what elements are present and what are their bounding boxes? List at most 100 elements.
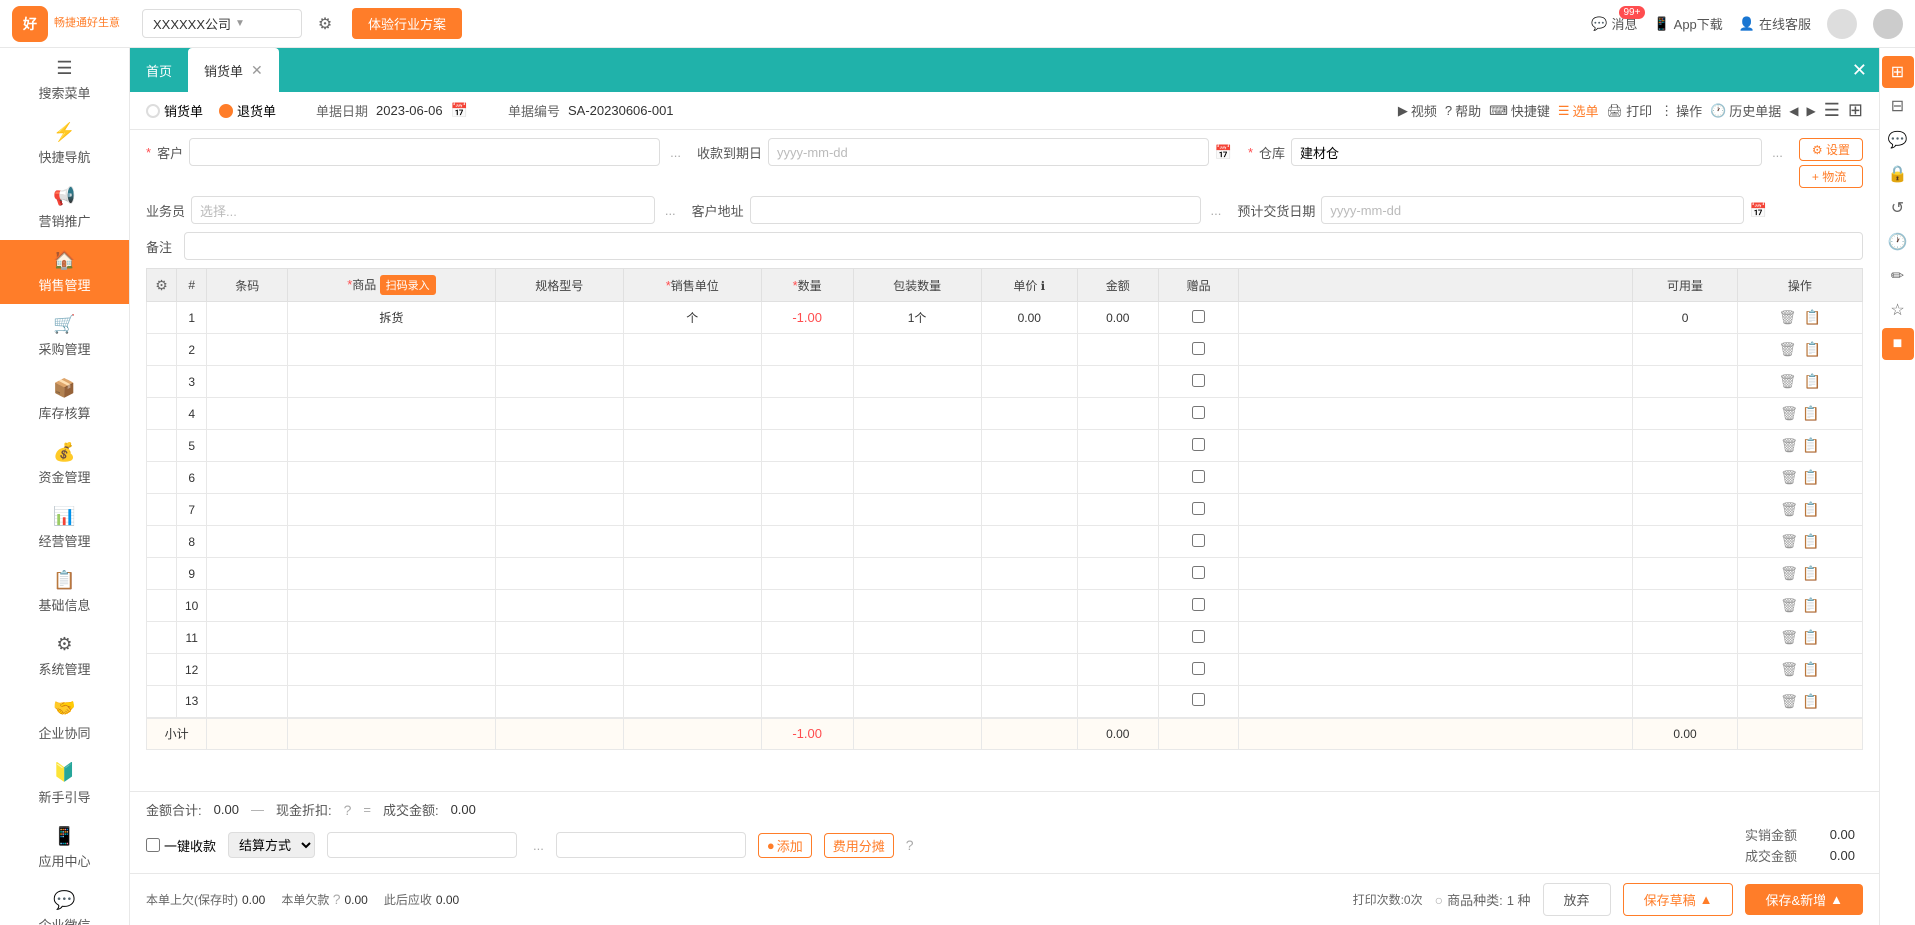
- row-unit-cell[interactable]: 个: [623, 302, 761, 334]
- row-qty-cell[interactable]: [761, 366, 853, 398]
- copy-row-icon[interactable]: 📋: [1802, 661, 1819, 677]
- tab-bar-close-icon[interactable]: ✕: [1852, 60, 1867, 81]
- cash-discount-help-icon[interactable]: ?: [344, 802, 352, 818]
- row-qty-cell[interactable]: [761, 334, 853, 366]
- sidebar-item-finance[interactable]: 💰 资金管理: [0, 432, 129, 496]
- due-date-calendar-icon[interactable]: 📅: [1215, 144, 1232, 161]
- delete-row-icon[interactable]: 🗑: [1779, 341, 1797, 357]
- right-panel-history-icon[interactable]: 🕐: [1882, 226, 1914, 258]
- right-panel-lock-icon[interactable]: 🔒: [1882, 158, 1914, 190]
- setting-button[interactable]: ⚙ 设置: [1799, 138, 1863, 161]
- right-panel-grid2-icon[interactable]: ⊟: [1882, 90, 1914, 122]
- gift-checkbox[interactable]: [1192, 342, 1205, 355]
- row-price-cell[interactable]: [981, 334, 1077, 366]
- gift-checkbox[interactable]: [1192, 534, 1205, 547]
- sidebar-item-purchase[interactable]: 🛒 采购管理: [0, 304, 129, 368]
- return-order-radio[interactable]: 退货单: [219, 101, 276, 120]
- copy-row-icon[interactable]: 📋: [1804, 309, 1821, 325]
- abandon-button[interactable]: 放弃: [1543, 883, 1611, 916]
- copy-row-icon[interactable]: 📋: [1802, 693, 1819, 709]
- expense-button[interactable]: 费用分摊: [824, 833, 894, 858]
- logistics-button[interactable]: + 物流: [1799, 165, 1863, 188]
- account-input[interactable]: [327, 832, 517, 858]
- delete-row-icon[interactable]: 🗑: [1780, 533, 1798, 549]
- toolbar-operations[interactable]: ⋮ 操作: [1660, 101, 1702, 120]
- sidebar-item-marketing[interactable]: 📢 营销推广: [0, 176, 129, 240]
- toolbar-print[interactable]: 🖨 打印: [1607, 101, 1653, 120]
- settings-gear-icon[interactable]: ⚙: [310, 9, 340, 39]
- row-product-cell[interactable]: [288, 334, 496, 366]
- salesperson-input[interactable]: 选择...: [191, 196, 655, 224]
- delete-row-icon[interactable]: 🗑: [1779, 309, 1797, 325]
- sidebar-item-system[interactable]: ⚙ 系统管理: [0, 624, 129, 688]
- sidebar-item-quick-nav[interactable]: ⚡ 快捷导航: [0, 112, 129, 176]
- copy-row-icon[interactable]: 📋: [1802, 533, 1819, 549]
- copy-row-icon[interactable]: 📋: [1804, 373, 1821, 389]
- row-price-cell[interactable]: 0.00: [981, 302, 1077, 334]
- row-gift-cell[interactable]: [1158, 366, 1239, 398]
- gift-checkbox[interactable]: [1192, 598, 1205, 611]
- row-pack-qty-cell[interactable]: 1个: [853, 302, 981, 334]
- gift-checkbox[interactable]: [1192, 310, 1205, 323]
- remark-input[interactable]: [184, 232, 1863, 260]
- copy-row-icon[interactable]: 📋: [1802, 469, 1819, 485]
- sidebar-item-base-info[interactable]: 📋 基础信息: [0, 560, 129, 624]
- toolbar-shortcut[interactable]: ⌨ 快捷键: [1489, 101, 1550, 120]
- one-key-pay-checkbox[interactable]: [146, 838, 160, 852]
- copy-row-icon[interactable]: 📋: [1802, 597, 1819, 613]
- expense-help-icon[interactable]: ?: [906, 837, 914, 853]
- payment-method-select[interactable]: 结算方式: [228, 832, 315, 858]
- sidebar-item-sales[interactable]: 🏠 销售管理: [0, 240, 129, 304]
- right-panel-grid1-icon[interactable]: ⊞: [1882, 56, 1914, 88]
- row-price-cell[interactable]: [981, 366, 1077, 398]
- toolbar-history[interactable]: 🕐 历史单据: [1710, 101, 1781, 120]
- scan-button[interactable]: 扫码录入: [380, 275, 436, 295]
- tab-home[interactable]: 首页: [130, 48, 188, 92]
- gift-checkbox[interactable]: [1192, 374, 1205, 387]
- gift-checkbox[interactable]: [1192, 630, 1205, 643]
- tab-sales-order[interactable]: 销货单 ✕: [188, 48, 279, 92]
- delete-row-icon[interactable]: 🗑: [1780, 469, 1798, 485]
- sales-order-radio[interactable]: 销货单: [146, 101, 203, 120]
- gift-checkbox[interactable]: [1192, 693, 1205, 706]
- toolbar-video[interactable]: ▶ 视频: [1398, 101, 1437, 120]
- expected-date-input[interactable]: yyyy-mm-dd: [1321, 196, 1743, 224]
- copy-row-icon[interactable]: 📋: [1802, 501, 1819, 517]
- customer-address-input[interactable]: [750, 196, 1201, 224]
- gift-checkbox[interactable]: [1192, 566, 1205, 579]
- company-selector[interactable]: XXXXXX公司 ▼: [142, 9, 302, 38]
- row-qty-cell[interactable]: -1.00: [761, 302, 853, 334]
- table-settings-icon[interactable]: ⚙: [155, 277, 168, 293]
- delete-row-icon[interactable]: 🗑: [1780, 437, 1798, 453]
- toolbar-select[interactable]: ☰ 选单: [1558, 101, 1599, 120]
- customer-address-more-icon[interactable]: ...: [1211, 203, 1222, 218]
- amount-input[interactable]: [556, 832, 746, 858]
- row-pack-qty-cell[interactable]: [853, 334, 981, 366]
- delete-row-icon[interactable]: 🗑: [1780, 565, 1798, 581]
- short-help-icon[interactable]: ?: [333, 891, 341, 907]
- right-panel-chat-icon[interactable]: 💬: [1882, 124, 1914, 156]
- due-date-input[interactable]: yyyy-mm-dd: [768, 138, 1209, 166]
- account-more-icon[interactable]: ...: [533, 838, 544, 853]
- delete-row-icon[interactable]: 🗑: [1780, 629, 1798, 645]
- sidebar-item-wechat[interactable]: 💬 企业微信: [0, 880, 129, 925]
- row-amount-cell[interactable]: [1077, 366, 1158, 398]
- row-spec-cell[interactable]: [495, 334, 623, 366]
- copy-row-icon[interactable]: 📋: [1802, 565, 1819, 581]
- app-download-button[interactable]: 📱 App下载: [1653, 14, 1722, 33]
- toolbar-list-view[interactable]: ☰: [1824, 100, 1840, 121]
- delete-row-icon[interactable]: 🗑: [1780, 693, 1798, 709]
- avatar[interactable]: [1827, 9, 1857, 39]
- sidebar-item-enterprise[interactable]: 🤝 企业协同: [0, 688, 129, 752]
- save-new-button[interactable]: 保存&新增 ▲: [1745, 884, 1863, 915]
- avatar-extra[interactable]: [1873, 9, 1903, 39]
- row-unit-cell[interactable]: [623, 334, 761, 366]
- toolbar-nav-next[interactable]: ▶: [1807, 104, 1816, 118]
- gift-checkbox[interactable]: [1192, 406, 1205, 419]
- copy-row-icon[interactable]: 📋: [1802, 405, 1819, 421]
- right-panel-refresh-icon[interactable]: ↺: [1882, 192, 1914, 224]
- row-gift-cell[interactable]: [1158, 302, 1239, 334]
- sidebar-item-app-center[interactable]: 📱 应用中心: [0, 816, 129, 880]
- customer-input[interactable]: [189, 138, 660, 166]
- right-panel-edit-icon[interactable]: ✏: [1882, 260, 1914, 292]
